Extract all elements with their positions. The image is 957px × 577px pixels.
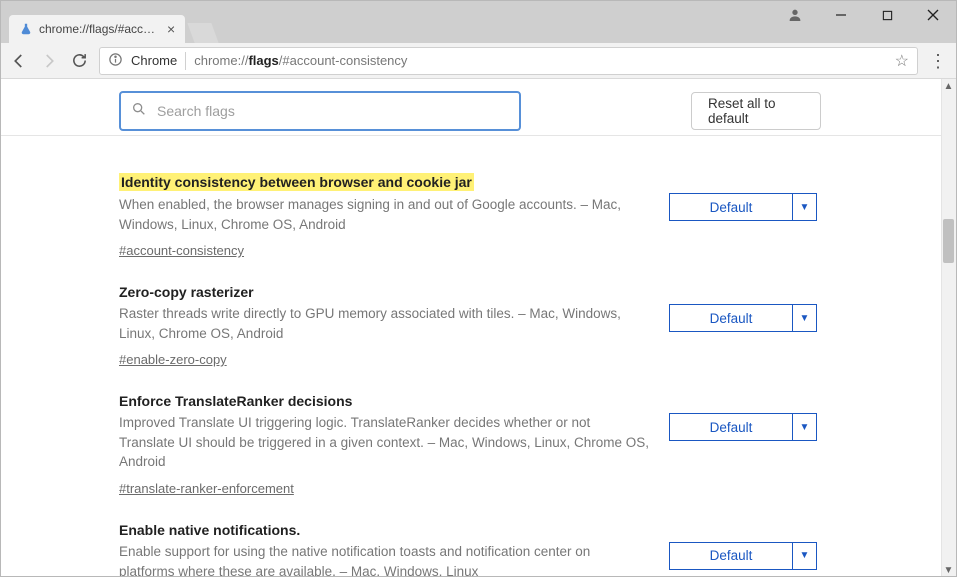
new-tab-button[interactable] [188, 23, 219, 43]
info-icon[interactable] [108, 52, 123, 70]
origin-label: Chrome [131, 53, 177, 68]
separator [185, 52, 186, 70]
flag-title: Identity consistency between browser and… [119, 173, 474, 191]
chevron-down-icon: ▼ [792, 414, 816, 440]
flag-title: Enforce TranslateRanker decisions [119, 393, 352, 409]
content-area: Search flags Reset all to default Identi… [1, 79, 956, 577]
flag-select-value: Default [670, 200, 792, 215]
chevron-down-icon: ▼ [792, 543, 816, 569]
search-flags-input[interactable]: Search flags [119, 91, 521, 131]
flag-title: Zero-copy rasterizer [119, 284, 254, 300]
address-bar[interactable]: Chrome chrome://flags/#account-consisten… [99, 47, 918, 75]
flag-select-value: Default [670, 311, 792, 326]
flag-control: Default ▼ [669, 393, 821, 498]
flag-text: Enable native notifications. Enable supp… [119, 522, 649, 577]
scroll-down-icon[interactable]: ▼ [941, 563, 956, 577]
flag-text: Identity consistency between browser and… [119, 173, 649, 260]
flag-select-value: Default [670, 420, 792, 435]
flag-row: Identity consistency between browser and… [119, 149, 821, 260]
scroll-up-icon[interactable]: ▲ [941, 79, 956, 94]
scrollbar-thumb[interactable] [943, 219, 954, 263]
search-icon [131, 101, 147, 122]
tab-title: chrome://flags/#account- [39, 22, 159, 36]
flag-select-value: Default [670, 548, 792, 563]
reload-button[interactable] [69, 51, 89, 71]
flag-description: Raster threads write directly to GPU mem… [119, 304, 649, 343]
chevron-down-icon: ▼ [792, 305, 816, 331]
scrollbar[interactable]: ▲ ▼ [941, 79, 956, 577]
flag-control: Default ▼ [669, 522, 821, 577]
menu-button[interactable]: ⋮ [928, 52, 948, 70]
flag-select[interactable]: Default ▼ [669, 304, 817, 332]
user-avatar-icon[interactable] [772, 1, 818, 29]
flag-control: Default ▼ [669, 284, 821, 369]
flag-description: Enable support for using the native noti… [119, 542, 649, 577]
flask-icon [19, 22, 33, 36]
flag-title: Enable native notifications. [119, 522, 300, 538]
minimize-button[interactable] [818, 1, 864, 29]
url-text: chrome://flags/#account-consistency [194, 53, 407, 68]
flag-anchor-link[interactable]: #enable-zero-copy [119, 352, 227, 367]
back-button[interactable] [9, 51, 29, 71]
search-placeholder: Search flags [157, 103, 235, 119]
forward-button[interactable] [39, 51, 59, 71]
flag-anchor-link[interactable]: #account-consistency [119, 243, 244, 258]
flag-anchor-link[interactable]: #translate-ranker-enforcement [119, 481, 294, 496]
flag-row: Enable native notifications. Enable supp… [119, 498, 821, 577]
flag-description: When enabled, the browser manages signin… [119, 195, 649, 234]
toolbar: Chrome chrome://flags/#account-consisten… [1, 43, 956, 79]
flag-row: Zero-copy rasterizer Raster threads writ… [119, 260, 821, 369]
browser-window: chrome://flags/#account- × Chrome chrome… [0, 0, 957, 577]
bookmark-star-icon[interactable]: ☆ [895, 51, 909, 71]
chevron-down-icon: ▼ [792, 194, 816, 220]
flag-select[interactable]: Default ▼ [669, 542, 817, 570]
flag-description: Improved Translate UI triggering logic. … [119, 413, 649, 472]
window-controls [772, 1, 956, 29]
flag-select[interactable]: Default ▼ [669, 193, 817, 221]
flag-text: Zero-copy rasterizer Raster threads writ… [119, 284, 649, 369]
divider [1, 135, 941, 136]
browser-tab[interactable]: chrome://flags/#account- × [9, 15, 185, 43]
close-tab-icon[interactable]: × [167, 21, 175, 37]
maximize-button[interactable] [864, 1, 910, 29]
close-window-button[interactable] [910, 1, 956, 29]
flag-row: Enforce TranslateRanker decisions Improv… [119, 369, 821, 498]
flag-text: Enforce TranslateRanker decisions Improv… [119, 393, 649, 498]
flag-select[interactable]: Default ▼ [669, 413, 817, 441]
reset-all-button[interactable]: Reset all to default [691, 92, 821, 130]
page-content: Search flags Reset all to default Identi… [1, 79, 956, 577]
flag-control: Default ▼ [669, 173, 821, 260]
